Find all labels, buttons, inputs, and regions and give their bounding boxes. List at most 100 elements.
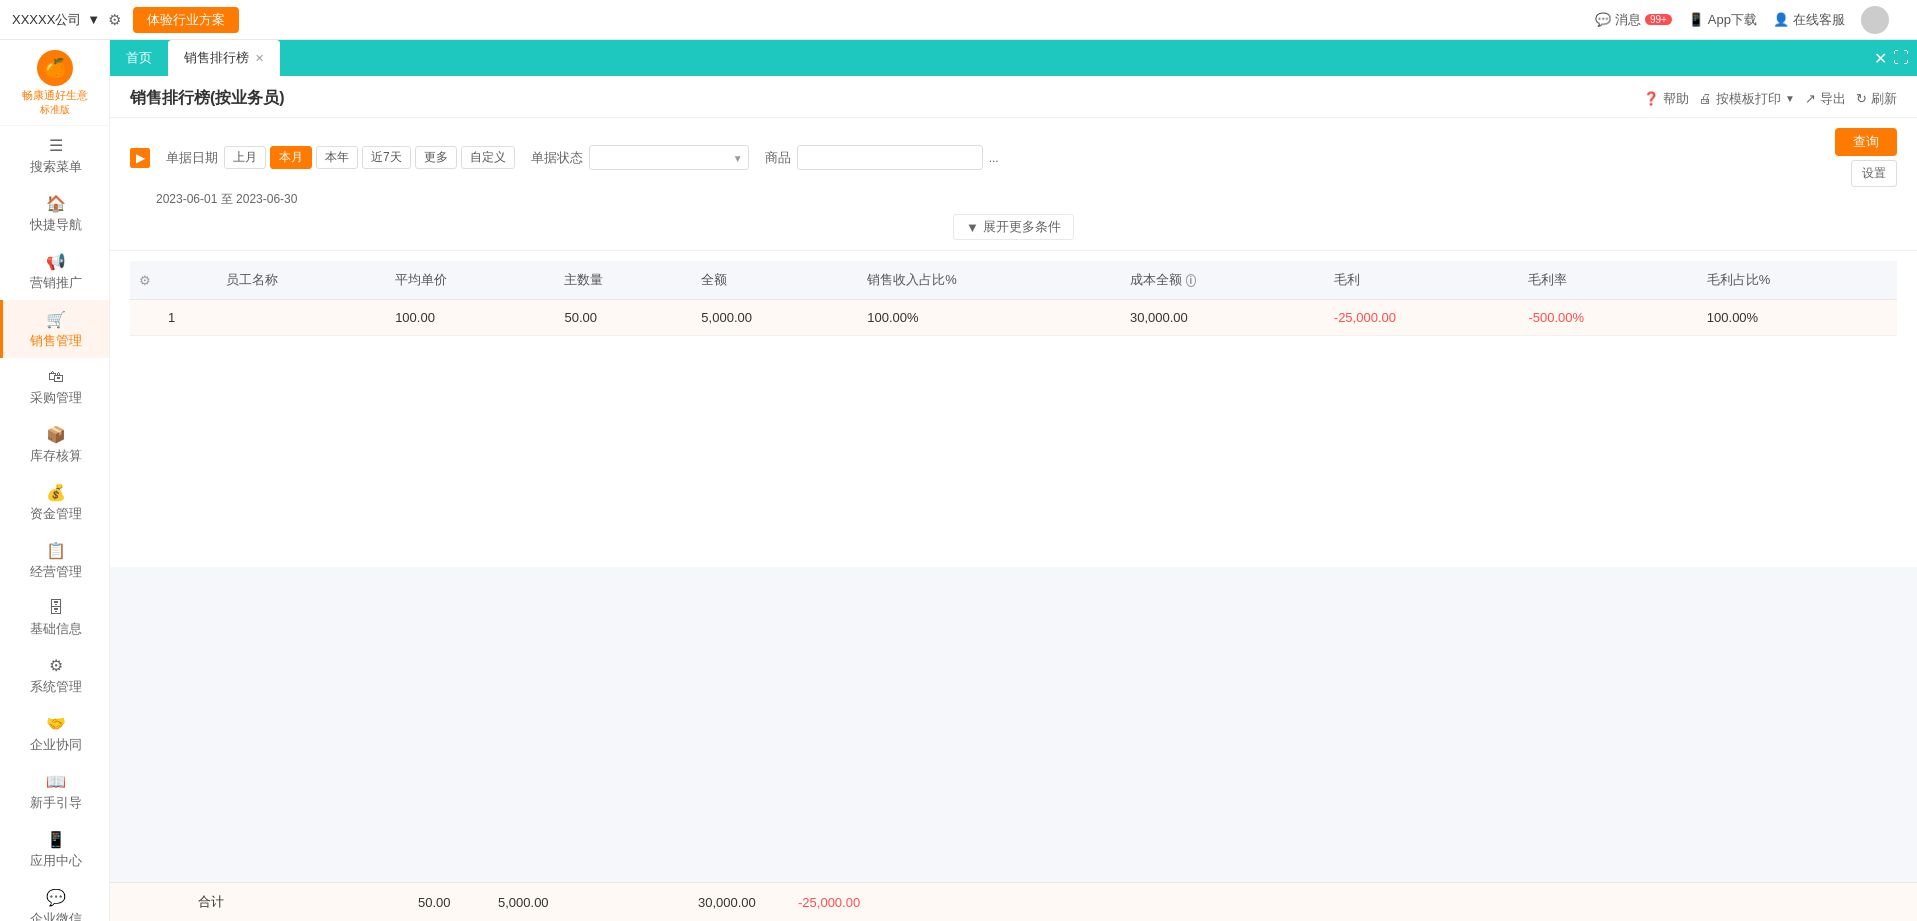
date-range-text: 2023-06-01 至 2023-06-30	[156, 192, 297, 206]
date-btn-last-month[interactable]: 上月	[224, 146, 266, 169]
export-button[interactable]: ↗ 导出	[1805, 90, 1846, 108]
status-filter-label: 单据状态	[531, 149, 583, 167]
filter-toggle-icon[interactable]: ▶	[130, 148, 150, 168]
export-label: 导出	[1820, 90, 1846, 108]
sidebar-item-system[interactable]: ⚙ 系统管理	[0, 646, 109, 704]
expand-row: ▼ 展开更多条件	[130, 214, 1897, 240]
th-gross-rate: 毛利率	[1520, 261, 1698, 300]
page-header: 销售排行榜(按业务员) ❓ 帮助 🖨 按模板打印 ▼ ↗ 导出	[110, 76, 1917, 118]
status-select[interactable]	[589, 145, 749, 170]
sidebar-label-quick-nav: 快捷导航	[30, 216, 82, 234]
sidebar-label-marketing: 营销推广	[30, 274, 82, 292]
sidebar-label-sales: 销售管理	[30, 332, 82, 350]
app-center-icon: 📱	[46, 830, 66, 849]
sidebar-item-purchase[interactable]: 🛍 采购管理	[0, 358, 109, 415]
table-footer: 合计 50.00 5,000.00 30,000.00 -25,000.00	[110, 882, 1917, 921]
guide-icon: 📖	[46, 772, 66, 791]
company-name: XXXXX公司	[12, 11, 81, 29]
quick-nav-icon: 🏠	[46, 194, 66, 213]
filter-row: ▶ 单据日期 上月 本月 本年 近7天 更多 自定义	[130, 128, 1897, 187]
content-area: 首页 销售排行榜 ✕ ✕ ⛶ 销售排行榜(按业务员) ❓ 帮助	[110, 40, 1917, 921]
sidebar-item-finance[interactable]: 💰 资金管理	[0, 473, 109, 531]
trial-button[interactable]: 体验行业方案	[133, 7, 239, 33]
app-icon: 📱	[1688, 12, 1704, 27]
logo-icon: 🍊	[37, 50, 73, 86]
avatar[interactable]	[1861, 6, 1889, 34]
print-button[interactable]: 🖨 按模板打印 ▼	[1699, 90, 1795, 108]
th-sales-pct: 销售收入占比%	[859, 261, 1122, 300]
sidebar-item-sales[interactable]: 🛒 销售管理	[0, 300, 109, 358]
query-button[interactable]: 查询	[1835, 128, 1897, 156]
goods-filter-group: 商品 ...	[765, 145, 999, 170]
export-icon: ↗	[1805, 91, 1816, 106]
footer-quantity: 50.00	[410, 895, 490, 910]
sidebar-item-basic-info[interactable]: 🗄 基础信息	[0, 589, 109, 646]
logo-text: 畅康通好生意	[22, 88, 88, 103]
footer-gross: -25,000.00	[790, 895, 890, 910]
row-gross: -25,000.00	[1326, 300, 1521, 336]
service-icon: 👤	[1773, 12, 1789, 27]
online-service-btn[interactable]: 👤 在线客服	[1773, 11, 1845, 29]
date-btn-custom[interactable]: 自定义	[461, 146, 515, 169]
message-label: 消息	[1615, 11, 1641, 29]
tab-close-all-icon[interactable]: ✕	[1874, 49, 1887, 68]
sidebar-label-wechat: 企业微信	[30, 910, 82, 921]
company-selector[interactable]: XXXXX公司 ▼	[12, 11, 100, 29]
expand-conditions-button[interactable]: ▼ 展开更多条件	[953, 214, 1074, 240]
row-gross-pct: 100.00%	[1699, 300, 1897, 336]
print-label: 按模板打印	[1716, 90, 1781, 108]
sidebar-item-quick-nav[interactable]: 🏠 快捷导航	[0, 184, 109, 242]
goods-input[interactable]	[797, 145, 983, 170]
sidebar-item-wechat[interactable]: 💬 企业微信	[0, 878, 109, 921]
messages-btn[interactable]: 💬 消息 99+	[1595, 11, 1672, 29]
row-amount: 5,000.00	[693, 300, 859, 336]
refresh-label: 刷新	[1871, 90, 1897, 108]
date-btn-more[interactable]: 更多	[415, 146, 457, 169]
sidebar-label-guide: 新手引导	[30, 794, 82, 812]
th-quantity: 主数量	[556, 261, 693, 300]
help-button[interactable]: ❓ 帮助	[1643, 90, 1689, 108]
th-settings[interactable]: ⚙	[130, 261, 160, 300]
row-settings	[130, 300, 160, 336]
more-filter-icon[interactable]: ...	[989, 151, 999, 165]
expand-icon: ▼	[966, 220, 979, 235]
sidebar-label-inventory: 库存核算	[30, 447, 82, 465]
footer-amount: 5,000.00	[490, 895, 590, 910]
date-btn-this-month[interactable]: 本月	[270, 146, 312, 169]
sidebar-item-guide[interactable]: 📖 新手引导	[0, 762, 109, 820]
date-btn-7days[interactable]: 近7天	[362, 146, 411, 169]
th-amount: 全额	[693, 261, 859, 300]
service-label: 在线客服	[1793, 11, 1845, 29]
refresh-icon: ↻	[1856, 91, 1867, 106]
close-tab-icon[interactable]: ✕	[255, 52, 264, 65]
purchase-icon: 🛍	[48, 368, 64, 386]
right-action-group: 查询 设置	[1835, 128, 1897, 187]
filter-bar: ▶ 单据日期 上月 本月 本年 近7天 更多 自定义	[110, 118, 1917, 251]
tab-maximize-icon[interactable]: ⛶	[1893, 49, 1909, 67]
sidebar-item-operations[interactable]: 📋 经营管理	[0, 531, 109, 589]
refresh-button[interactable]: ↻ 刷新	[1856, 90, 1897, 108]
header-settings-icon[interactable]: ⚙	[108, 11, 121, 29]
date-buttons: 上月 本月 本年 近7天 更多 自定义	[224, 146, 515, 169]
chevron-down-icon: ▼	[87, 12, 100, 27]
logo-sub: 标准版	[40, 103, 70, 117]
sidebar-item-marketing[interactable]: 📢 营销推广	[0, 242, 109, 300]
sidebar-item-cooperation[interactable]: 🤝 企业协同	[0, 704, 109, 762]
date-btn-this-year[interactable]: 本年	[316, 146, 358, 169]
sidebar-label-finance: 资金管理	[30, 505, 82, 523]
sidebar-item-inventory[interactable]: 📦 库存核算	[0, 415, 109, 473]
tab-sales-rank[interactable]: 销售排行榜 ✕	[168, 40, 280, 76]
sidebar-label-search-order: 搜索菜单	[30, 158, 82, 176]
top-right: 💬 消息 99+ 📱 App下载 👤 在线客服	[1595, 6, 1905, 34]
app-download-btn[interactable]: 📱 App下载	[1688, 11, 1757, 29]
sidebar-label-app-center: 应用中心	[30, 852, 82, 870]
help-label: 帮助	[1663, 90, 1689, 108]
basic-info-icon: 🗄	[48, 599, 64, 617]
sidebar-item-search-order[interactable]: ☰ 搜索菜单	[0, 126, 109, 184]
table-spacer	[110, 567, 1917, 883]
wechat-icon: 💬	[46, 888, 66, 907]
tab-home-label: 首页	[126, 49, 152, 67]
tab-home[interactable]: 首页	[110, 40, 168, 76]
sidebar-item-app-center[interactable]: 📱 应用中心	[0, 820, 109, 878]
settings-side-button[interactable]: 设置	[1851, 160, 1897, 187]
